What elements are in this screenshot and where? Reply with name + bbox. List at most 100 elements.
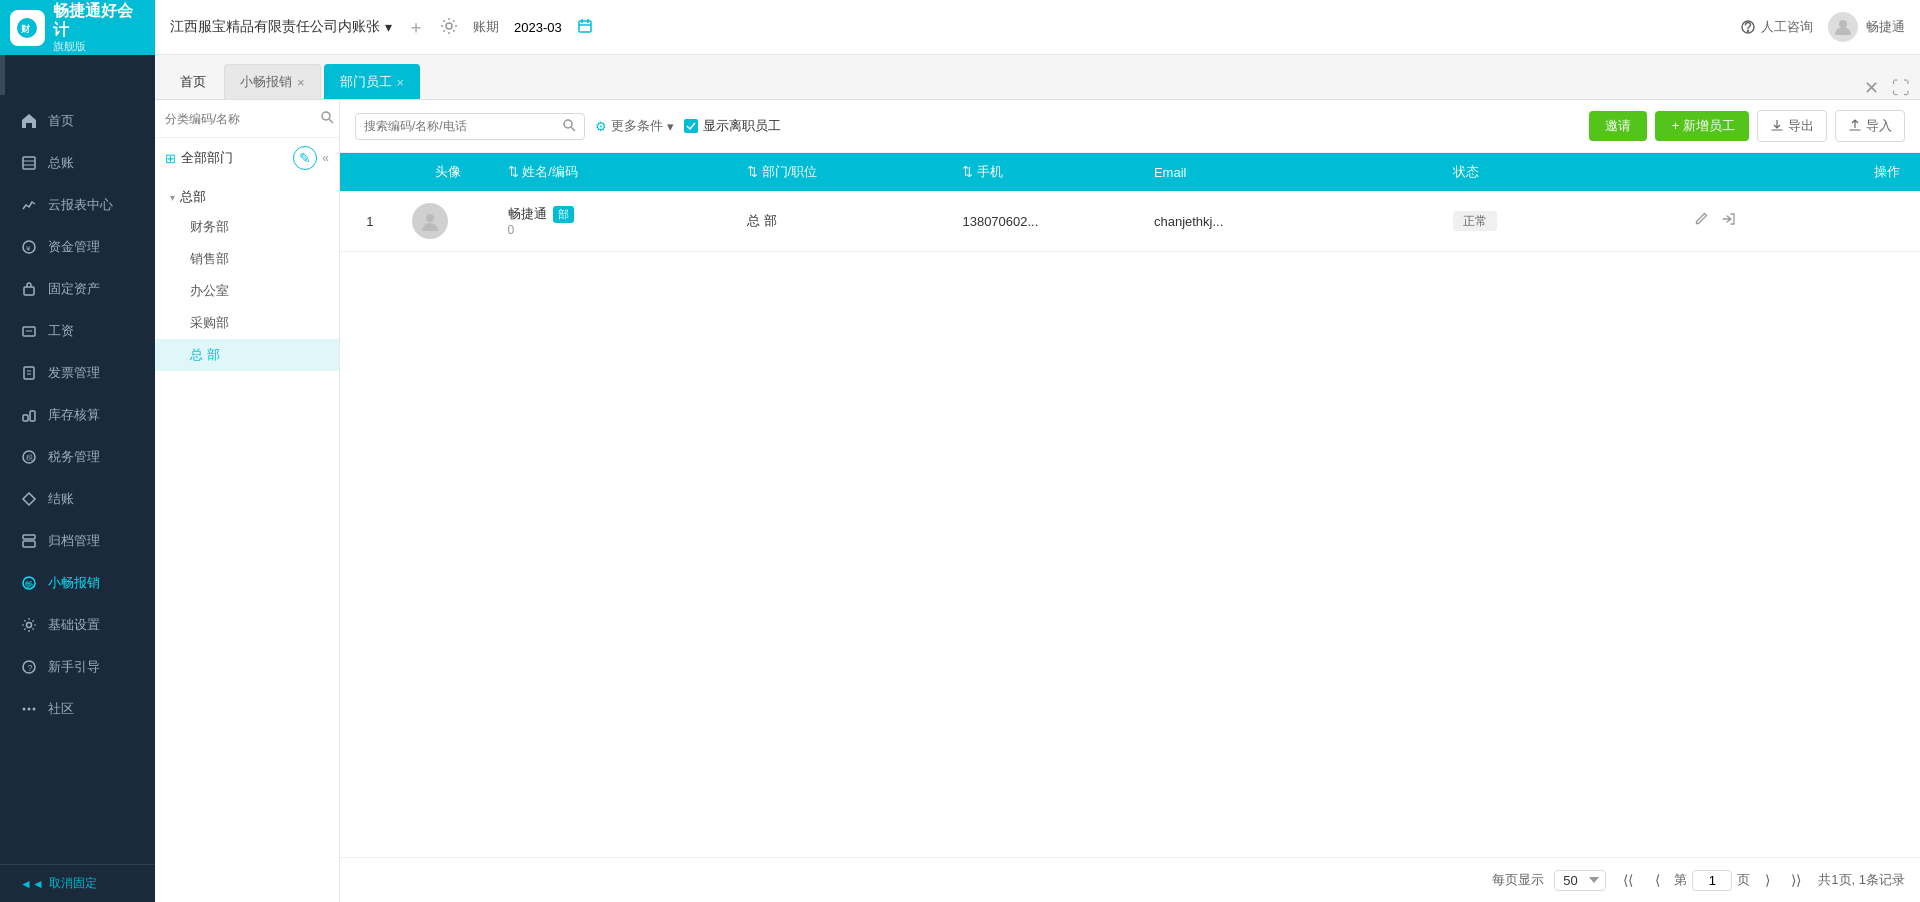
service-button[interactable]: 人工咨询 [1740, 18, 1813, 36]
svg-point-33 [1748, 31, 1749, 32]
more-filter-button[interactable]: ⚙ 更多条件 ▾ [595, 117, 674, 135]
sidebar-item-guide[interactable]: ? 新手引导 [0, 646, 155, 688]
page-last-button[interactable]: ⟩⟩ [1784, 868, 1808, 892]
svg-text:¥: ¥ [25, 244, 31, 253]
collapse-icon[interactable]: « [322, 151, 329, 165]
svg-rect-18 [23, 541, 35, 547]
cell-avatar [400, 191, 496, 252]
svg-point-24 [23, 708, 26, 711]
edit-icon[interactable] [1693, 211, 1709, 231]
sidebar-item-assets[interactable]: 固定资产 [0, 268, 155, 310]
cell-status: 正常 [1441, 191, 1680, 252]
page-next-button[interactable]: ⟩ [1755, 868, 1779, 892]
dept-item-sales[interactable]: 销售部 [155, 243, 339, 275]
page-prev-button[interactable]: ⟨ [1645, 868, 1669, 892]
tab-expense-label: 小畅报销 [240, 73, 292, 91]
show-resigned-checkbox[interactable] [684, 119, 698, 133]
sidebar-item-home[interactable]: 首页 [0, 100, 155, 142]
import-button[interactable]: 导入 [1835, 110, 1905, 142]
page-size-select[interactable]: 50 10 20 100 [1554, 870, 1606, 891]
sidebar-item-more[interactable]: 社区 [0, 688, 155, 730]
right-panel: ⚙ 更多条件 ▾ 显示离职员工 邀请 + 新增员工 [340, 100, 1920, 902]
all-dept-label: 全部部门 [181, 149, 233, 167]
sidebar-item-invoices[interactable]: 发票管理 [0, 352, 155, 394]
sidebar-label-funds: 资金管理 [48, 238, 100, 256]
svg-point-27 [446, 23, 452, 29]
sidebar-item-ledger[interactable]: 总账 [0, 142, 155, 184]
tab-home[interactable]: 首页 [165, 65, 221, 99]
sidebar-unpin-button[interactable]: ◄◄ 取消固定 [0, 864, 155, 902]
dept-item-finance[interactable]: 财务部 [155, 211, 339, 243]
svg-text:?: ? [28, 663, 33, 673]
account-settings-icon[interactable] [440, 17, 458, 38]
dept-search-icon[interactable] [320, 110, 334, 127]
user-menu[interactable]: 畅捷通 [1828, 12, 1905, 42]
sidebar-label-closing: 结账 [48, 490, 74, 508]
avatar [412, 203, 448, 239]
sort-icon-name: ⇅ [508, 164, 523, 179]
page-input[interactable] [1692, 870, 1732, 891]
add-label: + 新增员工 [1672, 117, 1735, 135]
unpin-label: 取消固定 [49, 875, 97, 892]
invite-button[interactable]: 邀请 [1589, 111, 1647, 141]
svg-rect-2 [23, 157, 35, 169]
sidebar-label-expense: 小畅报销 [48, 574, 100, 592]
page-total-label: 共1页, 1条记录 [1818, 871, 1905, 889]
sidebar-nav: 首页 总账 云报表中心 ¥ 资金管理 固定资产 [0, 95, 155, 864]
sidebar-item-settings[interactable]: 基础设置 [0, 604, 155, 646]
dept-item-general[interactable]: 总 部 [155, 339, 339, 371]
employee-search-input[interactable] [364, 119, 557, 133]
col-status: 状态 [1441, 153, 1680, 191]
sidebar-label-inventory: 库存核算 [48, 406, 100, 424]
tab-department-close[interactable]: × [397, 75, 405, 90]
sidebar-item-reports[interactable]: 云报表中心 [0, 184, 155, 226]
cell-phone: 138070602... [950, 191, 1142, 252]
expense-icon: 畅 [20, 574, 38, 592]
dept-sales-label: 销售部 [190, 251, 229, 266]
expand-arrow-icon: ▾ [170, 192, 175, 203]
show-resigned-label: 显示离职员工 [703, 117, 781, 135]
sidebar-item-inventory[interactable]: 库存核算 [0, 394, 155, 436]
sidebar-item-closing[interactable]: 结账 [0, 478, 155, 520]
sidebar-label-invoices: 发票管理 [48, 364, 100, 382]
sidebar-item-tax[interactable]: 税 税务管理 [0, 436, 155, 478]
dept-edit-button[interactable]: ✎ [293, 146, 317, 170]
ledger-icon [20, 154, 38, 172]
all-dept-header[interactable]: ⊞ 全部部门 ✎ « [155, 138, 339, 178]
tab-department[interactable]: 部门员工 × [324, 64, 421, 99]
company-selector[interactable]: 江西服宝精品有限责任公司内账张 ▾ [170, 18, 392, 36]
username-label: 畅捷通 [1866, 18, 1905, 36]
svg-point-21 [27, 623, 32, 628]
page-first-button[interactable]: ⟨⟨ [1616, 868, 1640, 892]
closing-icon [20, 490, 38, 508]
sidebar-item-funds[interactable]: ¥ 资金管理 [0, 226, 155, 268]
dept-office-label: 办公室 [190, 283, 229, 298]
close-tab-button[interactable]: ✕ [1864, 77, 1879, 99]
tab-expense-close[interactable]: × [297, 75, 305, 90]
page-suffix-label: 页 [1737, 871, 1750, 889]
sidebar-label-payroll: 工资 [48, 322, 74, 340]
show-resigned-toggle[interactable]: 显示离职员工 [684, 117, 781, 135]
dept-item-purchase[interactable]: 采购部 [155, 307, 339, 339]
dept-item-office[interactable]: 办公室 [155, 275, 339, 307]
export-button[interactable]: 导出 [1757, 110, 1827, 142]
sidebar-item-expense[interactable]: 畅 小畅报销 [0, 562, 155, 604]
more-icon [20, 700, 38, 718]
dept-parent-root: ▾ 总部 [155, 183, 339, 211]
table-header-row: 头像 ⇅ 姓名/编码 ⇅ 部门/职位 ⇅ 手机 [340, 153, 1920, 191]
user-avatar [1828, 12, 1858, 42]
add-employee-button[interactable]: + 新增员工 [1655, 111, 1749, 141]
calendar-icon[interactable] [577, 18, 593, 37]
employee-code: 0 [508, 223, 723, 237]
employee-table-container: 头像 ⇅ 姓名/编码 ⇅ 部门/职位 ⇅ 手机 [340, 153, 1920, 857]
dept-search-input[interactable] [165, 112, 315, 126]
tab-expense[interactable]: 小畅报销 × [224, 64, 321, 99]
sidebar-item-payroll[interactable]: 工资 [0, 310, 155, 352]
expand-tab-button[interactable]: ⛶ [1892, 78, 1910, 99]
employee-search-icon[interactable] [562, 118, 576, 135]
topbar: 江西服宝精品有限责任公司内账张 ▾ ＋ 账期 2023-03 [155, 0, 1920, 55]
cell-name: 畅捷通 部 0 [496, 191, 735, 252]
sidebar-item-archive[interactable]: 归档管理 [0, 520, 155, 562]
logout-icon[interactable] [1721, 211, 1737, 231]
add-account-button[interactable]: ＋ [407, 15, 425, 39]
